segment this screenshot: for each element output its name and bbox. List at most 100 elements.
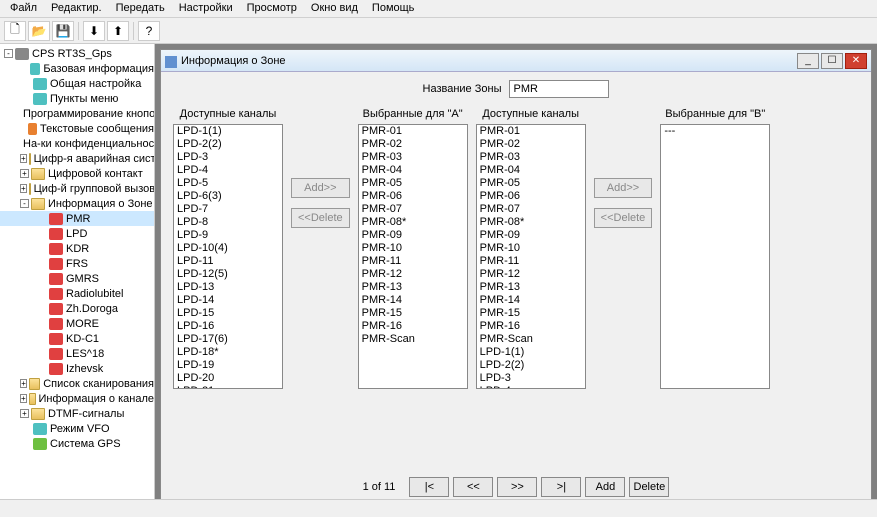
list-item[interactable]: --- [661, 125, 769, 138]
minimize-button[interactable]: _ [797, 53, 819, 69]
list-item[interactable]: LPD-13 [174, 281, 282, 294]
list-item[interactable]: LPD-15 [174, 307, 282, 320]
list-item[interactable]: LPD-18* [174, 346, 282, 359]
tree-item[interactable]: +Циф-й групповой вызов RX [0, 181, 154, 196]
tree-item[interactable]: Система GPS [0, 436, 154, 451]
menu-item[interactable]: Просмотр [241, 0, 303, 17]
list-item[interactable]: PMR-03 [477, 151, 585, 164]
tree-item[interactable]: Текстовые сообщения [0, 121, 154, 136]
available-b-list[interactable]: PMR-01PMR-02PMR-03PMR-04PMR-05PMR-06PMR-… [476, 124, 586, 389]
tree-item[interactable]: MORE [0, 316, 154, 331]
add-zone-button[interactable]: Add [585, 477, 625, 497]
list-item[interactable]: LPD-17(6) [174, 333, 282, 346]
open-icon[interactable]: 📂 [28, 21, 50, 41]
list-item[interactable]: LPD-20 [174, 372, 282, 385]
list-item[interactable]: PMR-12 [477, 268, 585, 281]
write-icon[interactable]: ⬆ [107, 21, 129, 41]
first-button[interactable]: |< [409, 477, 449, 497]
add-a-button[interactable]: Add>> [291, 178, 350, 198]
list-item[interactable]: PMR-09 [359, 229, 467, 242]
tree-item[interactable]: -CPS RT3S_Gps [0, 46, 154, 61]
list-item[interactable]: PMR-14 [359, 294, 467, 307]
list-item[interactable]: LPD-12(5) [174, 268, 282, 281]
tree-item[interactable]: Radiolubitel [0, 286, 154, 301]
list-item[interactable]: PMR-08* [359, 216, 467, 229]
list-item[interactable]: PMR-16 [359, 320, 467, 333]
list-item[interactable]: PMR-01 [477, 125, 585, 138]
list-item[interactable]: LPD-19 [174, 359, 282, 372]
list-item[interactable]: PMR-11 [477, 255, 585, 268]
list-item[interactable]: PMR-Scan [477, 333, 585, 346]
list-item[interactable]: PMR-02 [359, 138, 467, 151]
list-item[interactable]: PMR-15 [477, 307, 585, 320]
list-item[interactable]: LPD-2(2) [174, 138, 282, 151]
tree-item[interactable]: +Информация о канале [0, 391, 154, 406]
tree-item[interactable]: KD-C1 [0, 331, 154, 346]
list-item[interactable]: LPD-9 [174, 229, 282, 242]
last-button[interactable]: >| [541, 477, 581, 497]
list-item[interactable]: LPD-2(2) [477, 359, 585, 372]
delete-a-button[interactable]: <<Delete [291, 208, 350, 228]
next-button[interactable]: >> [497, 477, 537, 497]
help-icon[interactable]: ? [138, 21, 160, 41]
list-item[interactable]: LPD-14 [174, 294, 282, 307]
menu-item[interactable]: Файл [4, 0, 43, 17]
list-item[interactable]: PMR-15 [359, 307, 467, 320]
list-item[interactable]: PMR-06 [477, 190, 585, 203]
available-a-list[interactable]: LPD-1(1)LPD-2(2)LPD-3LPD-4LPD-5LPD-6(3)L… [173, 124, 283, 389]
list-item[interactable]: LPD-11 [174, 255, 282, 268]
tree-item[interactable]: Режим VFO [0, 421, 154, 436]
list-item[interactable]: PMR-13 [359, 281, 467, 294]
list-item[interactable]: PMR-07 [477, 203, 585, 216]
tree-item[interactable]: Zh.Doroga [0, 301, 154, 316]
tree-item[interactable]: Пункты меню [0, 91, 154, 106]
tree-item[interactable]: +Список сканирования [0, 376, 154, 391]
zone-name-input[interactable] [509, 80, 609, 98]
tree-item[interactable]: Программирование кнопок [0, 106, 154, 121]
list-item[interactable]: LPD-6(3) [174, 190, 282, 203]
list-item[interactable]: PMR-09 [477, 229, 585, 242]
tree-item[interactable]: Izhevsk [0, 361, 154, 376]
tree-view[interactable]: -CPS RT3S_GpsБазовая информацияОбщая нас… [0, 44, 155, 517]
selected-b-list[interactable]: --- [660, 124, 770, 389]
delete-zone-button[interactable]: Delete [629, 477, 669, 497]
menu-item[interactable]: Передать [110, 0, 171, 17]
list-item[interactable]: PMR-04 [477, 164, 585, 177]
list-item[interactable]: LPD-4 [477, 385, 585, 389]
close-button[interactable]: ✕ [845, 53, 867, 69]
list-item[interactable]: PMR-03 [359, 151, 467, 164]
tree-item[interactable]: LPD [0, 226, 154, 241]
add-b-button[interactable]: Add>> [594, 178, 653, 198]
list-item[interactable]: PMR-10 [359, 242, 467, 255]
menu-item[interactable]: Помощь [366, 0, 421, 17]
tree-item[interactable]: +Цифр-я аварийная система [0, 151, 154, 166]
tree-item[interactable]: +Цифровой контакт [0, 166, 154, 181]
read-icon[interactable]: ⬇ [83, 21, 105, 41]
selected-a-list[interactable]: PMR-01PMR-02PMR-03PMR-04PMR-05PMR-06PMR-… [358, 124, 468, 389]
tree-item[interactable]: LES^18 [0, 346, 154, 361]
prev-button[interactable]: << [453, 477, 493, 497]
list-item[interactable]: LPD-4 [174, 164, 282, 177]
list-item[interactable]: PMR-14 [477, 294, 585, 307]
save-icon[interactable]: 💾 [52, 21, 74, 41]
list-item[interactable]: PMR-01 [359, 125, 467, 138]
list-item[interactable]: PMR-08* [477, 216, 585, 229]
tree-item[interactable]: Базовая информация [0, 61, 154, 76]
delete-b-button[interactable]: <<Delete [594, 208, 653, 228]
list-item[interactable]: PMR-05 [477, 177, 585, 190]
new-icon[interactable]: 🗋 [4, 21, 26, 41]
list-item[interactable]: PMR-06 [359, 190, 467, 203]
list-item[interactable]: PMR-11 [359, 255, 467, 268]
title-bar[interactable]: Информация о Зоне _ ☐ ✕ [161, 50, 871, 72]
menu-item[interactable]: Окно вид [305, 0, 364, 17]
maximize-button[interactable]: ☐ [821, 53, 843, 69]
tree-item[interactable]: Общая настройка [0, 76, 154, 91]
list-item[interactable]: PMR-02 [477, 138, 585, 151]
list-item[interactable]: LPD-10(4) [174, 242, 282, 255]
menu-item[interactable]: Редактир. [45, 0, 108, 17]
list-item[interactable]: PMR-13 [477, 281, 585, 294]
list-item[interactable]: LPD-21 [174, 385, 282, 389]
list-item[interactable]: LPD-3 [174, 151, 282, 164]
list-item[interactable]: PMR-Scan [359, 333, 467, 346]
tree-item[interactable]: KDR [0, 241, 154, 256]
